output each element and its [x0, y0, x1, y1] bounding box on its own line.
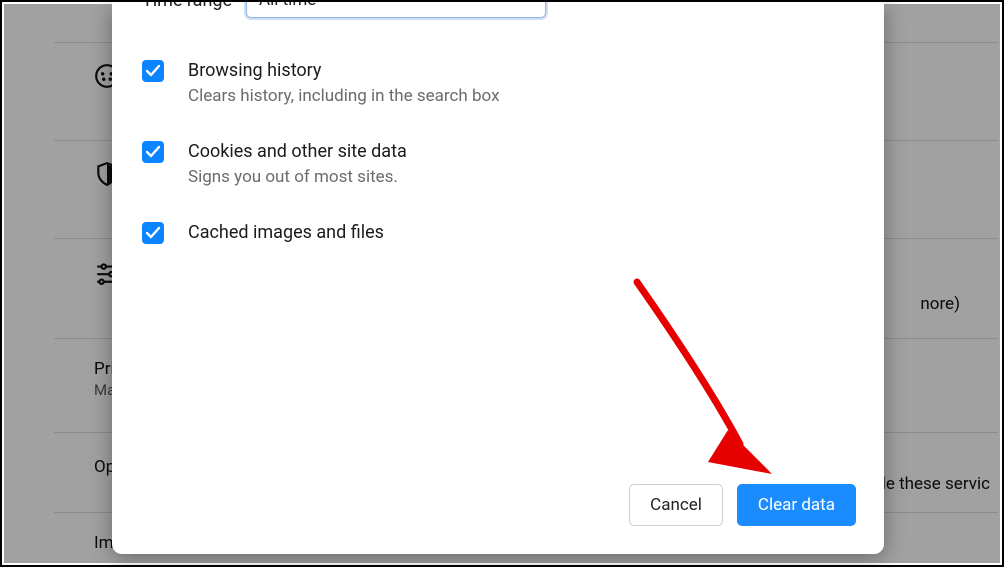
checkbox-cache[interactable] — [142, 222, 164, 244]
option-browsing-subtitle: Clears history, including in the search … — [188, 86, 500, 107]
option-cookies-title: Cookies and other site data — [188, 141, 407, 163]
time-range-select[interactable]: All time — [246, 2, 546, 18]
cancel-button-label: Cancel — [650, 495, 702, 515]
time-range-value: All time — [259, 2, 316, 10]
option-cache-title: Cached images and files — [188, 222, 384, 244]
time-range-row: Time range All time — [142, 2, 546, 18]
checkmark-icon — [145, 63, 161, 79]
option-cache[interactable]: Cached images and files — [142, 222, 854, 244]
checkmark-icon — [145, 144, 161, 160]
bg-more-text: nore) — [920, 294, 960, 314]
bg-services-text: le these servic — [882, 474, 990, 494]
clear-browsing-data-dialog: Time range All time Browsing history Cle… — [112, 2, 884, 554]
dialog-button-row: Cancel Clear data — [629, 484, 856, 526]
time-range-label: Time range — [142, 2, 232, 11]
option-cookies-subtitle: Signs you out of most sites. — [188, 167, 407, 188]
option-browsing-title: Browsing history — [188, 60, 500, 82]
cancel-button[interactable]: Cancel — [629, 484, 723, 526]
checkmark-icon — [145, 225, 161, 241]
checkbox-browsing-history[interactable] — [142, 60, 164, 82]
option-cookies[interactable]: Cookies and other site data Signs you ou… — [142, 141, 854, 188]
clear-data-button[interactable]: Clear data — [737, 484, 856, 526]
checkbox-cookies[interactable] — [142, 141, 164, 163]
clear-data-button-label: Clear data — [758, 495, 835, 515]
option-browsing-history[interactable]: Browsing history Clears history, includi… — [142, 60, 854, 107]
